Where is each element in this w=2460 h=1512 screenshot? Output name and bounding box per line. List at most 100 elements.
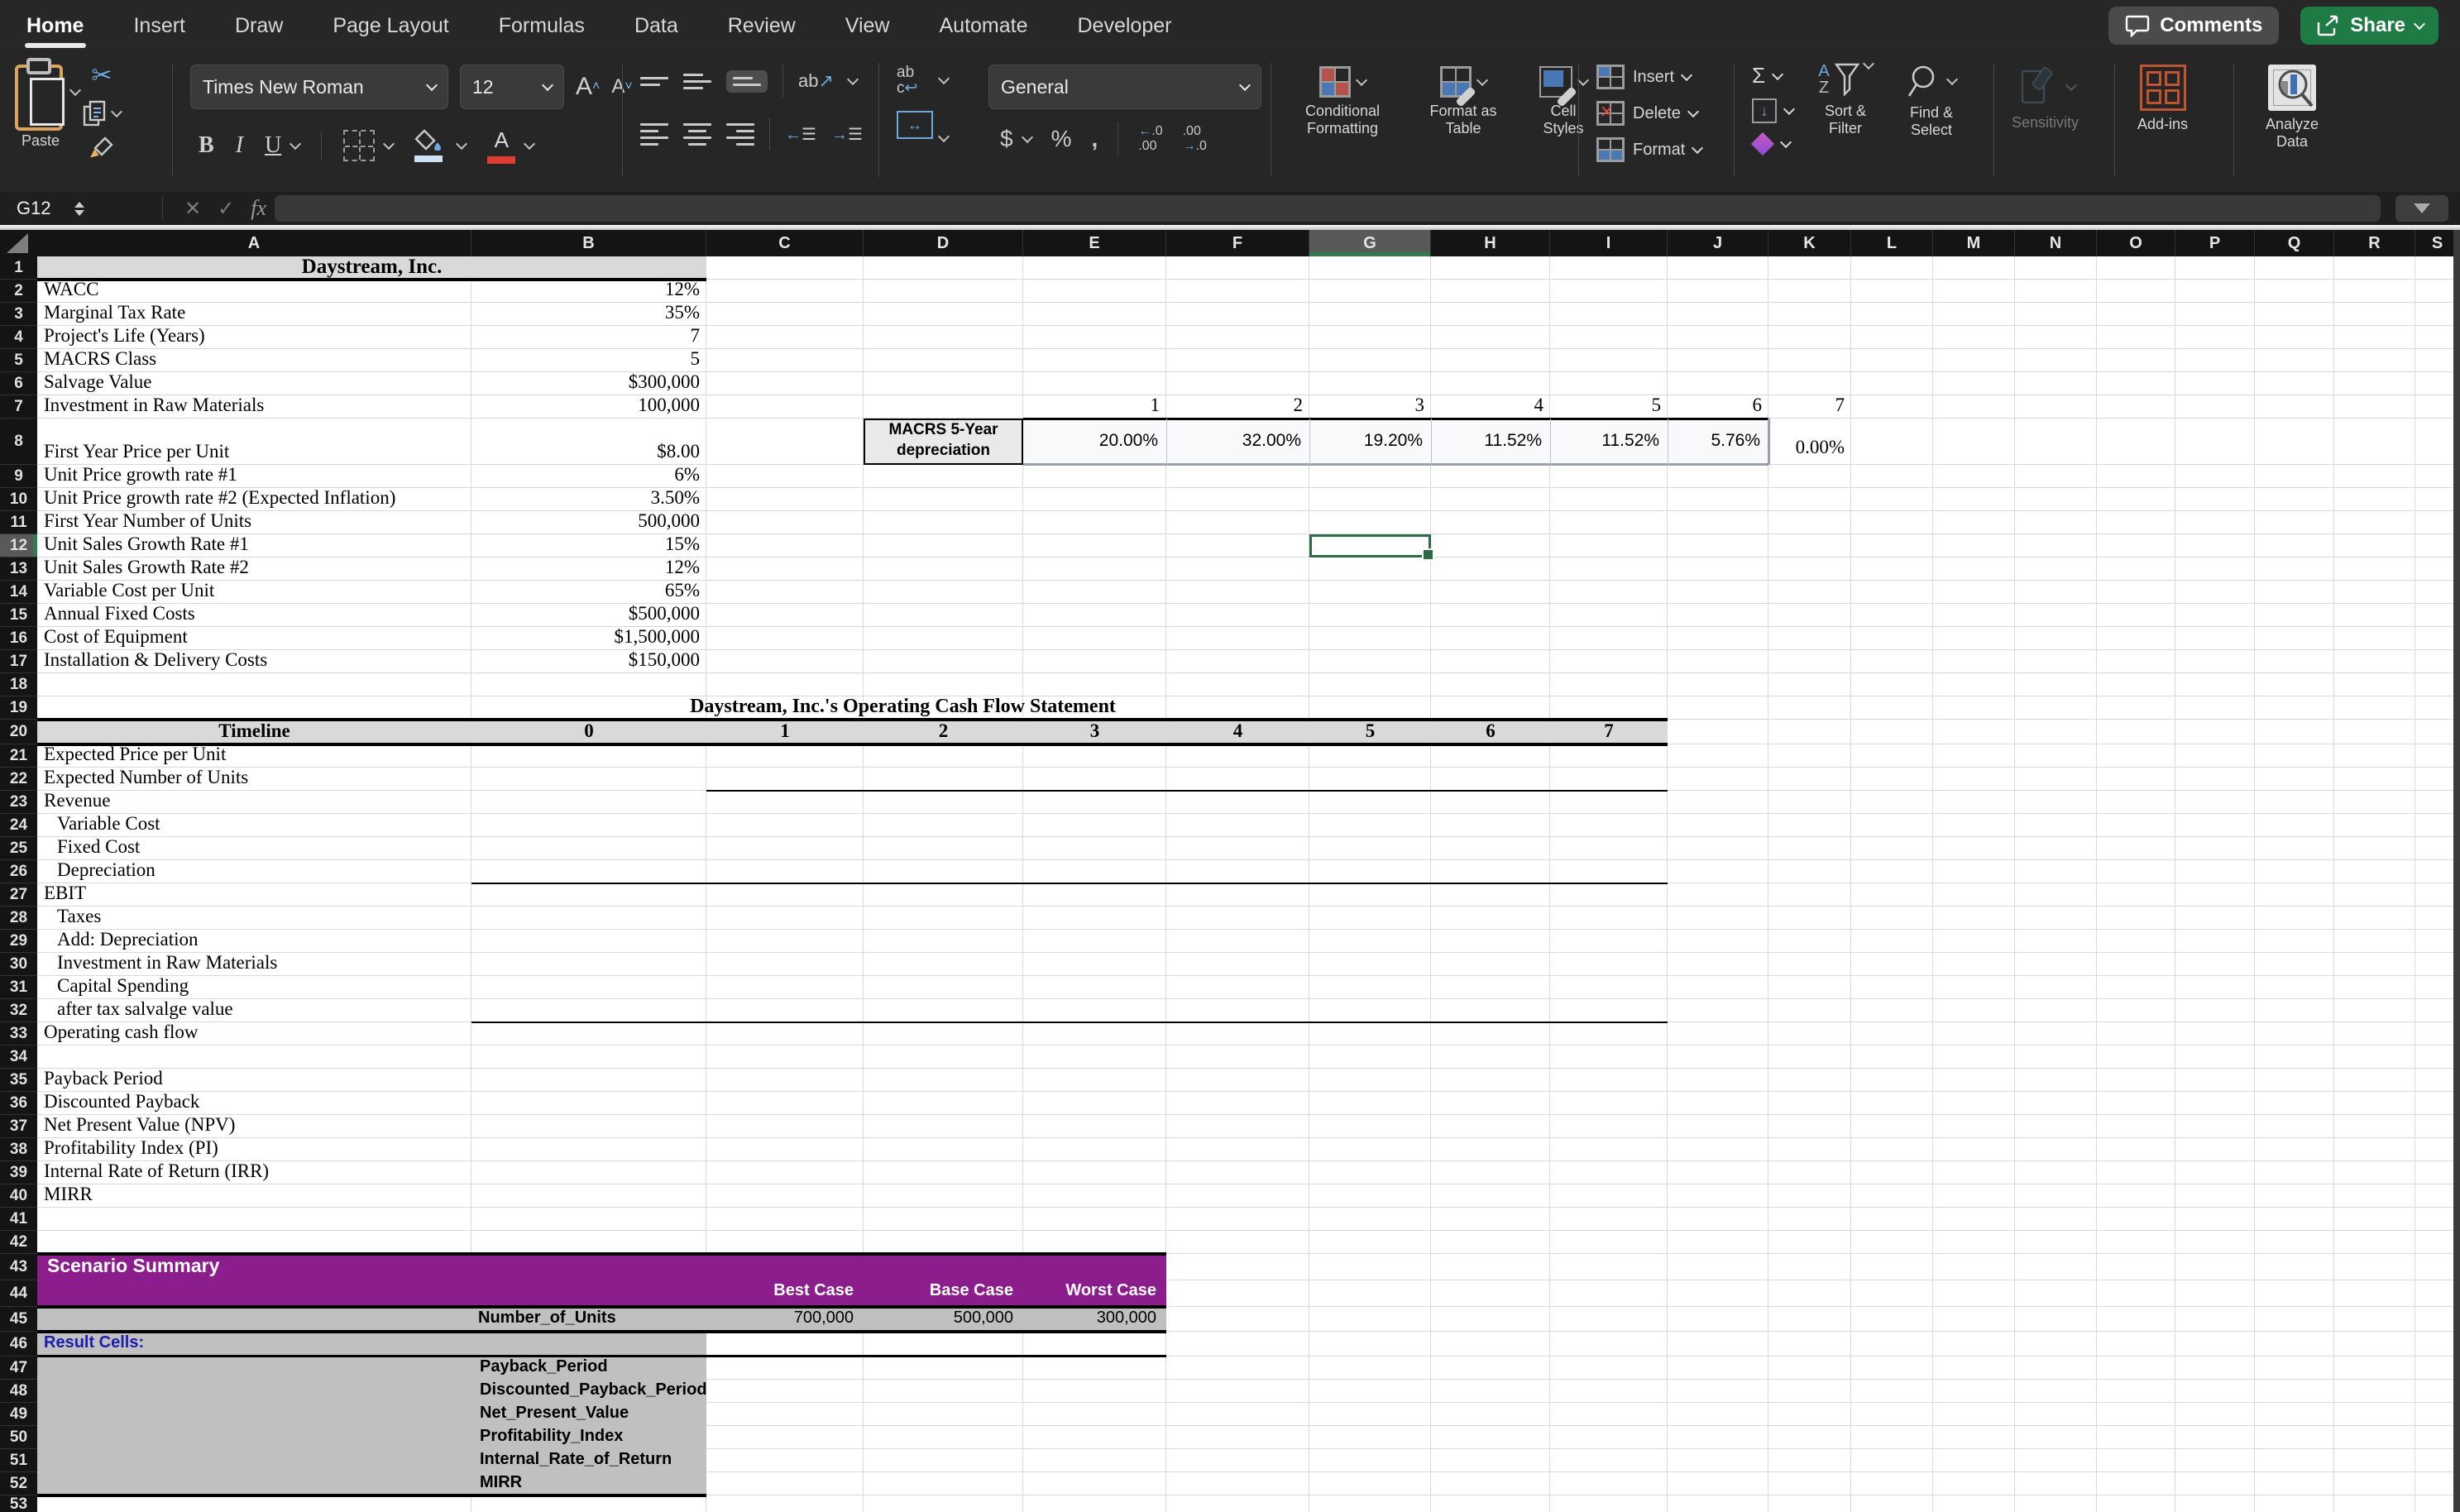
row-header-27[interactable]: 27 — [0, 883, 37, 907]
row-header-26[interactable]: 26 — [0, 860, 37, 883]
cell-B10[interactable]: 3.50% — [471, 488, 706, 511]
col-header-P[interactable]: P — [2175, 230, 2255, 256]
cell-G20[interactable]: 5 — [1309, 720, 1431, 744]
align-center-button[interactable] — [683, 123, 711, 146]
row-header-25[interactable]: 25 — [0, 837, 37, 860]
row-header-28[interactable]: 28 — [0, 907, 37, 930]
cell-A5[interactable]: MACRS Class — [37, 349, 471, 372]
cell-J8[interactable]: 5.76% — [1668, 419, 1768, 465]
cell-B14[interactable]: 65% — [471, 581, 706, 604]
insert-cells-button[interactable]: Insert — [1596, 65, 1701, 89]
currency-format-button[interactable]: $ — [1000, 126, 1013, 152]
cell-A25[interactable]: Fixed Cost — [37, 837, 471, 860]
confirm-entry-icon[interactable]: ✓ — [218, 197, 234, 221]
cell-A37[interactable]: Net Present Value (NPV) — [37, 1115, 471, 1138]
cell-B13[interactable]: 12% — [471, 557, 706, 581]
cell-B49[interactable]: Net_Present_Value — [471, 1403, 706, 1426]
row-header-38[interactable]: 38 — [0, 1138, 37, 1161]
cell-A11[interactable]: First Year Number of Units — [37, 511, 471, 534]
cell-A23[interactable]: Revenue — [37, 791, 471, 814]
cell-K7[interactable]: 7 — [1768, 395, 1851, 419]
menu-tab-data[interactable]: Data — [633, 9, 680, 43]
bold-button[interactable]: B — [199, 132, 214, 159]
cell-B3[interactable]: 35% — [471, 303, 706, 326]
row-header-50[interactable]: 50 — [0, 1426, 37, 1449]
align-middle-button[interactable] — [683, 74, 711, 89]
cell-A46[interactable]: Result Cells: — [37, 1332, 706, 1356]
col-header-H[interactable]: H — [1431, 230, 1550, 256]
row-header-3[interactable]: 3 — [0, 303, 37, 326]
cell-A32[interactable]: after tax salvalge value — [37, 999, 471, 1022]
increase-font-button[interactable]: A˄ — [576, 73, 600, 101]
cell-A6[interactable]: Salvage Value — [37, 372, 471, 395]
cell-A36[interactable]: Discounted Payback — [37, 1092, 471, 1115]
cell-B6[interactable]: $300,000 — [471, 372, 706, 395]
cell-I20[interactable]: 7 — [1550, 720, 1668, 744]
menu-tab-page-layout[interactable]: Page Layout — [331, 9, 450, 43]
cell-K8[interactable]: 0.00% — [1768, 419, 1851, 465]
conditional-formatting-button[interactable]: Conditional Formatting — [1289, 66, 1396, 207]
fill-button[interactable]: ↓ — [1752, 98, 1793, 123]
cell-E8[interactable]: 20.00% — [1023, 419, 1166, 465]
row-header-14[interactable]: 14 — [0, 581, 37, 604]
cell-D45[interactable]: 500,000 — [864, 1307, 1023, 1332]
row-header-44[interactable]: 44 — [0, 1280, 37, 1307]
cell-F7[interactable]: 2 — [1166, 395, 1309, 419]
row-header-40[interactable]: 40 — [0, 1184, 37, 1208]
format-as-table-button[interactable]: Format as Table — [1418, 66, 1509, 207]
row-header-22[interactable]: 22 — [0, 768, 37, 791]
name-box-spinner[interactable] — [74, 202, 84, 216]
row-header-5[interactable]: 5 — [0, 349, 37, 372]
cell-A3[interactable]: Marginal Tax Rate — [37, 303, 471, 326]
comments-button[interactable]: Comments — [2108, 7, 2279, 45]
row-header-23[interactable]: 23 — [0, 791, 37, 814]
cell-A40[interactable]: MIRR — [37, 1184, 471, 1208]
italic-button[interactable]: I — [236, 132, 243, 159]
menu-tab-insert[interactable]: Insert — [132, 9, 187, 43]
align-bottom-button[interactable] — [726, 70, 768, 93]
menu-tab-home[interactable]: Home — [25, 9, 85, 43]
cell-E44[interactable]: Worst Case — [1023, 1280, 1166, 1307]
cell-A22[interactable]: Expected Number of Units — [37, 768, 471, 791]
cell-A27[interactable]: EBIT — [37, 883, 471, 907]
cell-I8[interactable]: 11.52% — [1550, 419, 1668, 465]
row-header-39[interactable]: 39 — [0, 1161, 37, 1184]
col-header-L[interactable]: L — [1851, 230, 1933, 256]
menu-tab-review[interactable]: Review — [726, 9, 797, 43]
cut-button[interactable]: ✂ — [83, 61, 121, 90]
row-header-45[interactable]: 45 — [0, 1307, 37, 1332]
orientation-button[interactable]: ab↗ — [798, 70, 834, 92]
cell-E7[interactable]: 1 — [1023, 395, 1166, 419]
increase-decimal-button[interactable]: ←.0.00 — [1138, 124, 1162, 153]
cell-B17[interactable]: $150,000 — [471, 650, 706, 673]
row-header-17[interactable]: 17 — [0, 650, 37, 673]
cell-B45[interactable]: Number_of_Units — [471, 1307, 706, 1332]
cell-B15[interactable]: $500,000 — [471, 604, 706, 627]
format-cells-button[interactable]: Format — [1596, 137, 1701, 162]
row-header-35[interactable]: 35 — [0, 1069, 37, 1092]
row-header-10[interactable]: 10 — [0, 488, 37, 511]
col-header-R[interactable]: R — [2334, 230, 2415, 256]
cell-A13[interactable]: Unit Sales Growth Rate #2 — [37, 557, 471, 581]
comma-format-button[interactable]: , — [1091, 126, 1098, 152]
row-header-9[interactable]: 9 — [0, 465, 37, 488]
col-header-N[interactable]: N — [2015, 230, 2097, 256]
row-header-8[interactable]: 8 — [0, 419, 37, 465]
share-button[interactable]: Share — [2300, 7, 2438, 45]
row-header-34[interactable]: 34 — [0, 1045, 37, 1069]
cell-A14[interactable]: Variable Cost per Unit — [37, 581, 471, 604]
cell-B48[interactable]: Discounted_Payback_Period — [471, 1380, 706, 1403]
row-header-18[interactable]: 18 — [0, 673, 37, 696]
row-header-51[interactable]: 51 — [0, 1449, 37, 1472]
cell-A28[interactable]: Taxes — [37, 907, 471, 930]
cell-H7[interactable]: 4 — [1431, 395, 1550, 419]
borders-button[interactable] — [343, 130, 375, 161]
align-right-button[interactable] — [726, 123, 754, 146]
row-header-31[interactable]: 31 — [0, 976, 37, 999]
row-header-16[interactable]: 16 — [0, 627, 37, 650]
cell-A19[interactable]: Daystream, Inc.'s Operating Cash Flow St… — [37, 696, 1768, 720]
row-header-48[interactable]: 48 — [0, 1380, 37, 1403]
merge-center-button[interactable]: ↔ — [897, 111, 933, 139]
cell-A2[interactable]: WACC — [37, 280, 471, 303]
cell-A29[interactable]: Add: Depreciation — [37, 930, 471, 953]
